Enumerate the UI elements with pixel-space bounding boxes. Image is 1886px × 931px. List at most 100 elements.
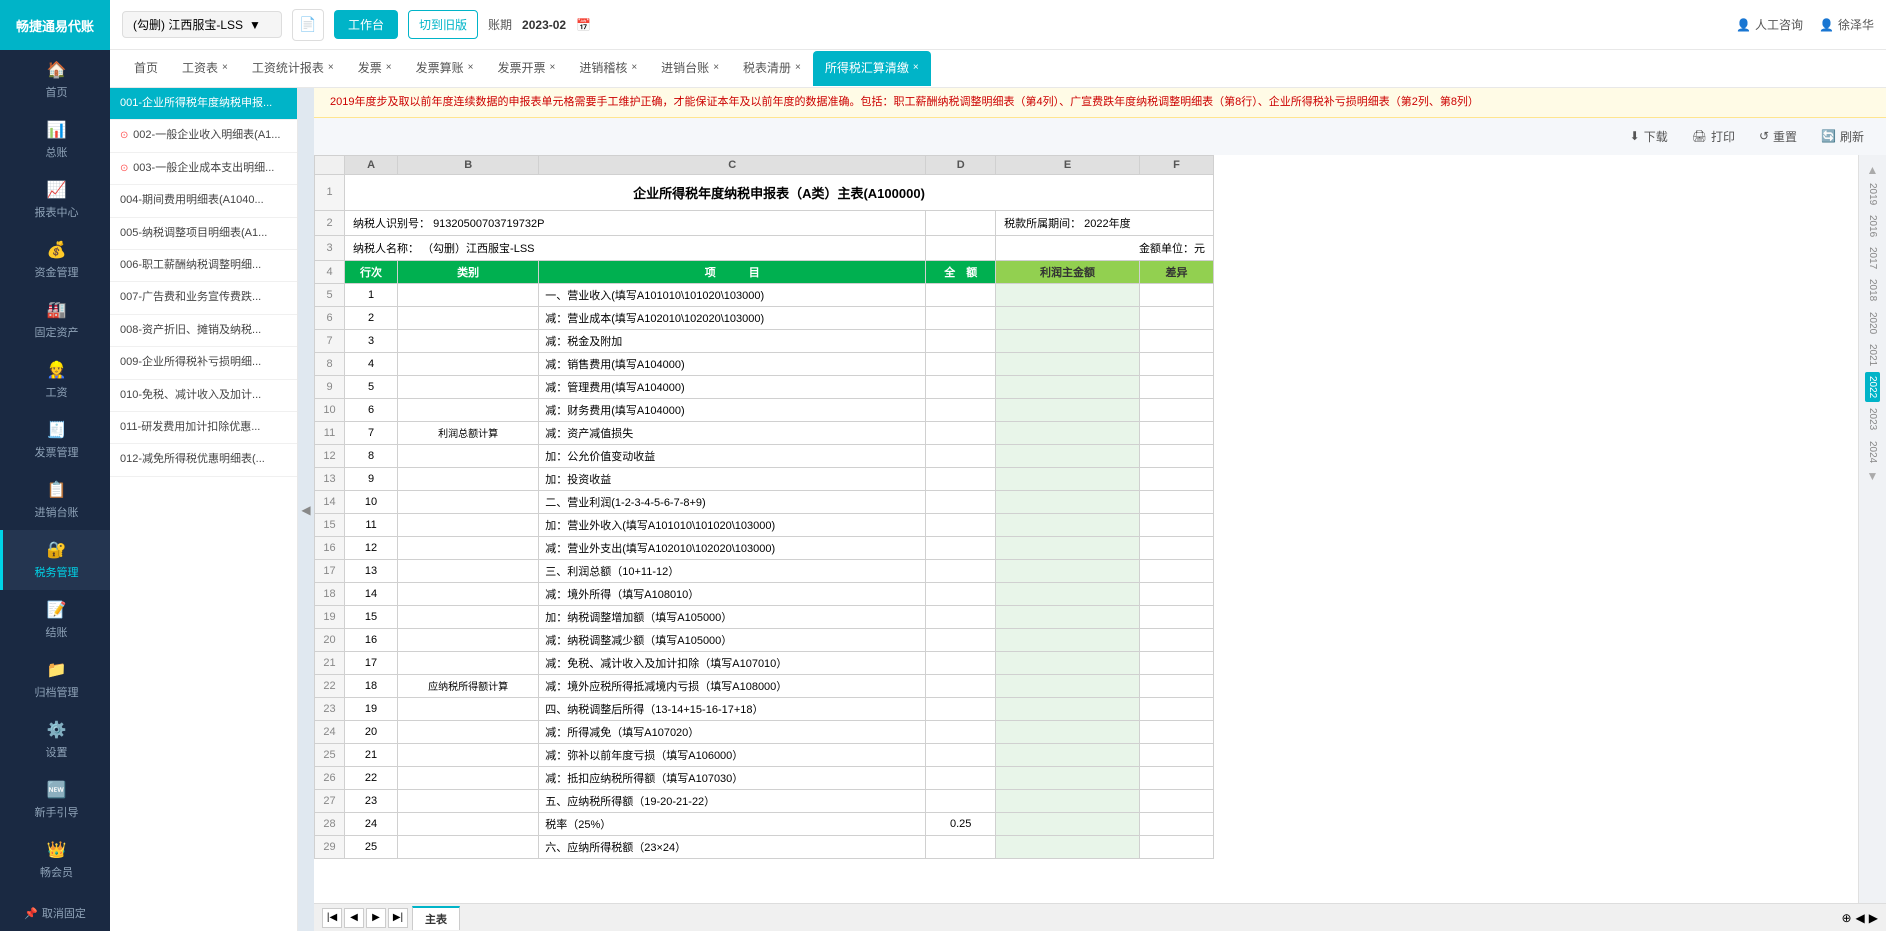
row-hangci[interactable]: 2 — [345, 306, 398, 329]
row-diff[interactable] — [1139, 789, 1213, 812]
list-item-010[interactable]: 010-免税、减计收入及加计... — [110, 380, 297, 412]
tab-invoice[interactable]: 发票 × — [346, 51, 404, 86]
sidebar-item-tax[interactable]: 🔐 税务管理 — [0, 530, 110, 590]
user-service-btn[interactable]: 👤 人工咨询 — [1736, 16, 1803, 33]
row-amount[interactable] — [926, 559, 996, 582]
row-amount[interactable] — [926, 467, 996, 490]
row-hangci[interactable]: 25 — [345, 835, 398, 858]
row-profit[interactable] — [996, 674, 1140, 697]
row-profit[interactable] — [996, 306, 1140, 329]
reset-button[interactable]: ↺ 重置 — [1753, 124, 1803, 149]
row-amount[interactable] — [926, 306, 996, 329]
sheet-tab-main[interactable]: 主表 — [412, 906, 460, 930]
row-profit[interactable] — [996, 766, 1140, 789]
row-profit[interactable] — [996, 628, 1140, 651]
row-profit[interactable] — [996, 375, 1140, 398]
row-diff[interactable] — [1139, 674, 1213, 697]
sheet-nav-next[interactable]: ▶ — [366, 908, 386, 928]
close-icon[interactable]: × — [913, 62, 919, 73]
list-item-005[interactable]: 005-纳税调整项目明细表(A1... — [110, 218, 297, 250]
row-amount[interactable] — [926, 444, 996, 467]
row-hangci[interactable]: 7 — [345, 421, 398, 444]
row-hangci[interactable]: 9 — [345, 467, 398, 490]
sidebar-item-sales[interactable]: 📋 进销台账 — [0, 470, 110, 530]
row-diff[interactable] — [1139, 329, 1213, 352]
row-profit[interactable] — [996, 398, 1140, 421]
row-profit[interactable] — [996, 720, 1140, 743]
row-hangci[interactable]: 4 — [345, 352, 398, 375]
close-icon[interactable]: × — [713, 62, 719, 73]
list-item-006[interactable]: 006-职工薪酬纳税调整明细... — [110, 250, 297, 282]
close-icon[interactable]: × — [222, 62, 228, 73]
row-diff[interactable] — [1139, 444, 1213, 467]
close-icon[interactable]: × — [328, 62, 334, 73]
timeline-year-2020[interactable]: 2020 — [1865, 308, 1880, 338]
row-diff[interactable] — [1139, 490, 1213, 513]
row-diff[interactable] — [1139, 306, 1213, 329]
row-amount[interactable] — [926, 329, 996, 352]
row-amount[interactable] — [926, 789, 996, 812]
sidebar-unpin-button[interactable]: 📌 取消固定 — [0, 895, 110, 931]
timeline-year-2024[interactable]: 2024 — [1865, 437, 1880, 467]
sidebar-item-home[interactable]: 🏠 首页 — [0, 50, 110, 110]
sidebar-item-guide[interactable]: 🆕 新手引导 — [0, 770, 110, 830]
sidebar-item-reports[interactable]: 📈 报表中心 — [0, 170, 110, 230]
row-amount[interactable] — [926, 398, 996, 421]
row-diff[interactable] — [1139, 743, 1213, 766]
sidebar-item-assets[interactable]: 🏭 固定资产 — [0, 290, 110, 350]
workbench-button[interactable]: 工作台 — [334, 10, 398, 39]
row-amount[interactable] — [926, 674, 996, 697]
row-amount[interactable] — [926, 743, 996, 766]
row-hangci[interactable]: 22 — [345, 766, 398, 789]
row-amount[interactable] — [926, 536, 996, 559]
row-hangci[interactable]: 15 — [345, 605, 398, 628]
row-amount[interactable] — [926, 421, 996, 444]
list-item-007[interactable]: 007-广告费和业务宣传费跌... — [110, 282, 297, 314]
sheet-nav-last[interactable]: ▶| — [388, 908, 408, 928]
sidebar-item-archive[interactable]: 📁 归档管理 — [0, 650, 110, 710]
row-hangci[interactable]: 17 — [345, 651, 398, 674]
row-hangci[interactable]: 16 — [345, 628, 398, 651]
row-hangci[interactable]: 18 — [345, 674, 398, 697]
scroll-arrow-left[interactable]: ◀ — [1856, 911, 1865, 925]
tab-income-tax[interactable]: 所得税汇算清缴 × — [813, 51, 931, 86]
row-profit[interactable] — [996, 582, 1140, 605]
print-button[interactable]: 🖨 打印 — [1686, 124, 1741, 149]
row-diff[interactable] — [1139, 628, 1213, 651]
list-item-008[interactable]: 008-资产折旧、摊销及纳税... — [110, 315, 297, 347]
timeline-year-2019[interactable]: 2019 — [1865, 179, 1880, 209]
row-profit[interactable] — [996, 444, 1140, 467]
row-amount[interactable] — [926, 352, 996, 375]
list-item-002[interactable]: ⊙ 002-一般企业收入明细表(A1... — [110, 120, 297, 152]
row-hangci[interactable]: 3 — [345, 329, 398, 352]
tab-home[interactable]: 首页 — [122, 51, 170, 86]
scroll-indicator[interactable]: ⊕ — [1841, 911, 1851, 925]
row-amount[interactable] — [926, 605, 996, 628]
tab-tax-clearance[interactable]: 税表清册 × — [731, 51, 813, 86]
close-icon[interactable]: × — [386, 62, 392, 73]
row-amount[interactable] — [926, 490, 996, 513]
row-hangci[interactable]: 23 — [345, 789, 398, 812]
row-profit[interactable] — [996, 743, 1140, 766]
spreadsheet-scroll-container[interactable]: A B C D E F 1 企业所 — [314, 155, 1858, 904]
row-hangci[interactable]: 6 — [345, 398, 398, 421]
timeline-year-2022[interactable]: 2022 — [1865, 372, 1880, 402]
tab-invoice-open[interactable]: 发票开票 × — [485, 51, 567, 86]
row-profit[interactable] — [996, 789, 1140, 812]
list-item-004[interactable]: 004-期间费用明细表(A1040... — [110, 185, 297, 217]
row-profit[interactable] — [996, 467, 1140, 490]
row-profit[interactable] — [996, 605, 1140, 628]
row-amount[interactable] — [926, 766, 996, 789]
row-diff[interactable] — [1139, 375, 1213, 398]
row-diff[interactable] — [1139, 467, 1213, 490]
list-item-009[interactable]: 009-企业所得税补亏损明细... — [110, 347, 297, 379]
list-item-003[interactable]: ⊙ 003-一般企业成本支出明细... — [110, 153, 297, 185]
timeline-year-2021[interactable]: 2021 — [1865, 340, 1880, 370]
row-amount[interactable] — [926, 835, 996, 858]
tab-sales-ledger[interactable]: 进销台账 × — [649, 51, 731, 86]
row-hangci[interactable]: 1 — [345, 283, 398, 306]
row-hangci[interactable]: 5 — [345, 375, 398, 398]
close-icon[interactable]: × — [795, 62, 801, 73]
tab-payroll-report[interactable]: 工资统计报表 × — [240, 51, 346, 86]
row-profit[interactable] — [996, 421, 1140, 444]
